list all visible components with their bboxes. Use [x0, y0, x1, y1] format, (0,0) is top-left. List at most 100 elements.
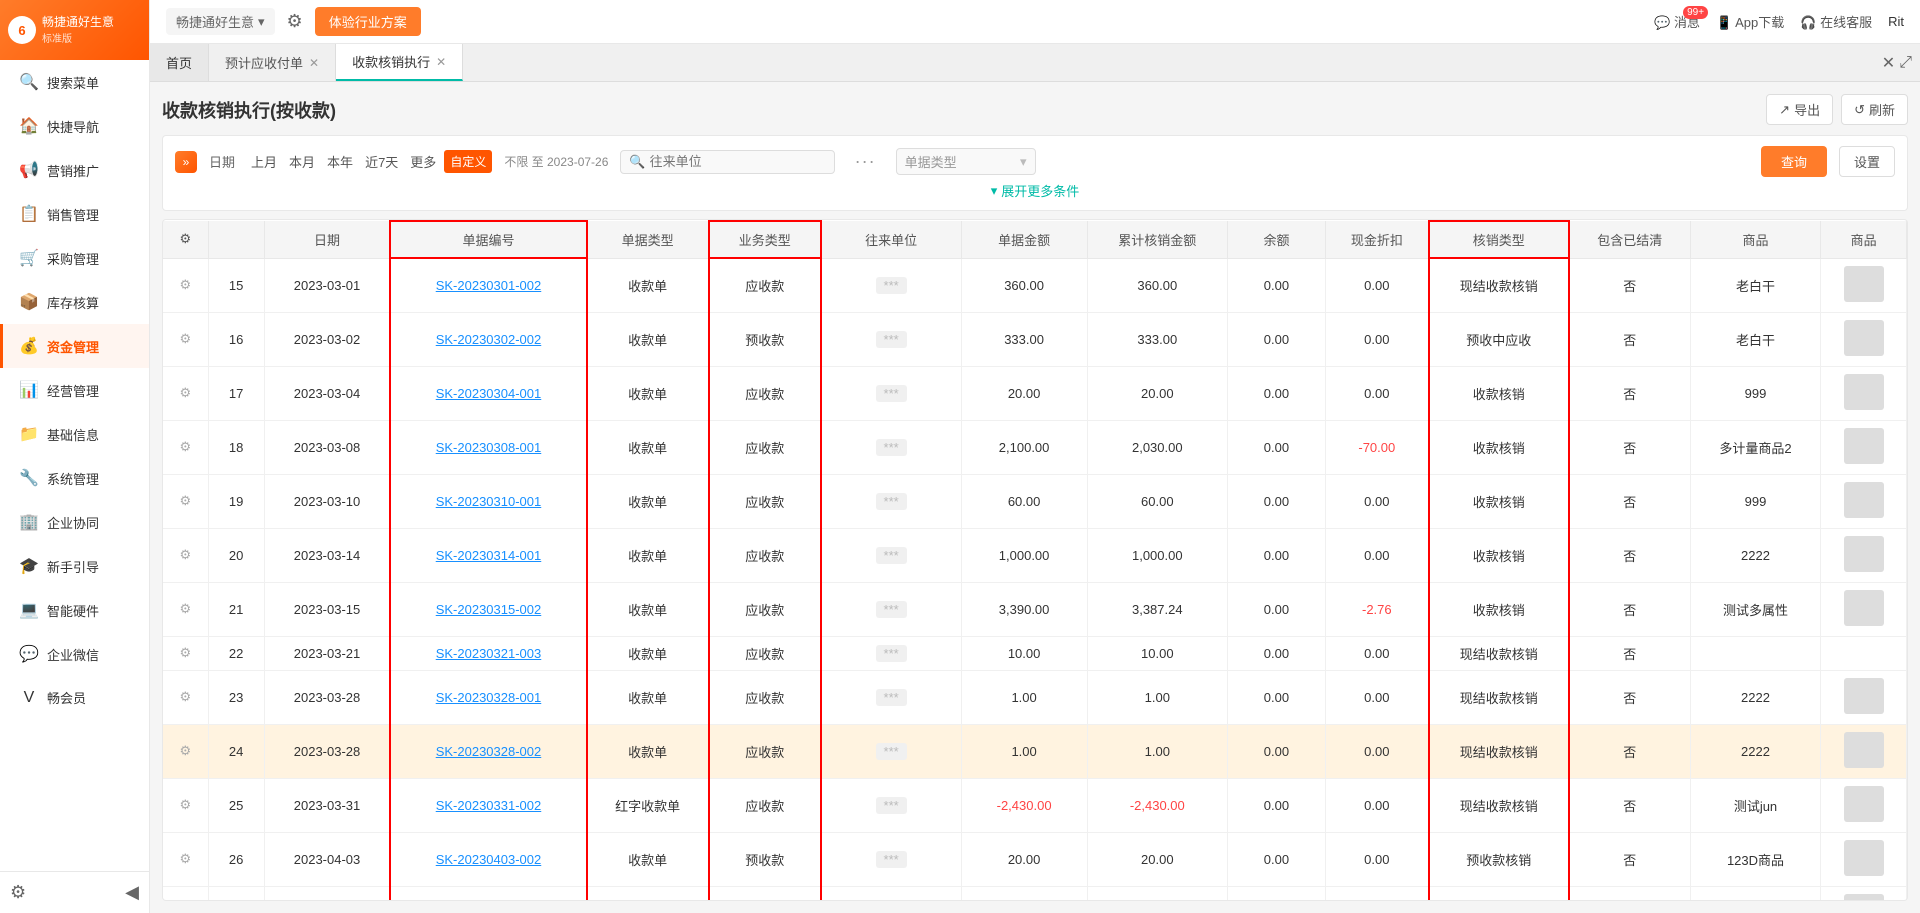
doc-no-link[interactable]: SK-20230301-002: [436, 278, 542, 293]
sidebar-settings-icon[interactable]: ⚙: [10, 882, 26, 903]
query-button[interactable]: 查询: [1761, 146, 1827, 177]
doc-no-link[interactable]: SK-20230328-001: [436, 690, 542, 705]
doc-no-link[interactable]: SK-20230308-001: [436, 440, 542, 455]
col-header-partner[interactable]: 往来单位: [821, 221, 961, 258]
doc-no-link[interactable]: SK-20230321-003: [436, 646, 542, 661]
sidebar-item-inventory[interactable]: 📦 库存核算: [0, 280, 149, 324]
cell-settings[interactable]: ⚙: [163, 366, 208, 420]
sidebar-item-basic[interactable]: 📁 基础信息: [0, 412, 149, 456]
filter-last-7days[interactable]: 近7天: [361, 150, 402, 173]
tab-maximize-button[interactable]: ⤢: [1899, 54, 1912, 72]
cell-settings[interactable]: ⚙: [163, 670, 208, 724]
sidebar-item-operation[interactable]: 📊 经营管理: [0, 368, 149, 412]
cell-settings[interactable]: ⚙: [163, 778, 208, 832]
customer-service-button[interactable]: 🎧 在线客服: [1800, 12, 1872, 31]
row-settings-icon[interactable]: ⚙: [179, 331, 191, 346]
tab-close-all-button[interactable]: ✕: [1882, 53, 1895, 73]
export-button[interactable]: ↗ 导出: [1766, 94, 1833, 125]
sidebar-item-purchase[interactable]: 🛒 采购管理: [0, 236, 149, 280]
cell-settings[interactable]: ⚙: [163, 724, 208, 778]
row-settings-icon[interactable]: ⚙: [179, 851, 191, 866]
sidebar-item-marketing[interactable]: 📢 营销推广: [0, 148, 149, 192]
row-settings-icon[interactable]: ⚙: [179, 439, 191, 454]
message-button[interactable]: 💬 消息 99+: [1654, 12, 1700, 31]
sidebar-icon-hardware: 💻: [19, 600, 39, 620]
doc-no-link[interactable]: SK-20230403-002: [436, 852, 542, 867]
filter-last-month[interactable]: 上月: [247, 150, 281, 173]
settings-button[interactable]: 设置: [1839, 146, 1895, 177]
doc-no-link[interactable]: SK-20230302-002: [436, 332, 542, 347]
doc-no-link[interactable]: SK-20230315-002: [436, 602, 542, 617]
filter-this-year[interactable]: 本年: [323, 150, 357, 173]
row-settings-icon[interactable]: ⚙: [179, 645, 191, 660]
row-settings-icon[interactable]: ⚙: [179, 797, 191, 812]
row-settings-icon[interactable]: ⚙: [179, 493, 191, 508]
sidebar-item-wechat[interactable]: 💬 企业微信: [0, 632, 149, 676]
row-settings-icon[interactable]: ⚙: [179, 277, 191, 292]
app-download-button[interactable]: 📱 App下载: [1716, 12, 1784, 31]
filter-expand-button[interactable]: ▾ 展开更多条件: [175, 181, 1895, 200]
cell-settings[interactable]: ⚙: [163, 528, 208, 582]
sidebar-item-system[interactable]: 🔧 系统管理: [0, 456, 149, 500]
col-header-cancel-type[interactable]: 核销类型: [1429, 221, 1569, 258]
row-settings-icon[interactable]: ⚙: [179, 385, 191, 400]
cell-biz-type: 应收款: [709, 778, 821, 832]
cell-settings[interactable]: ⚙: [163, 312, 208, 366]
col-header-accum[interactable]: 累计核销金额: [1087, 221, 1227, 258]
sidebar-collapse-icon[interactable]: ◀: [125, 882, 139, 903]
tab-cancel-close[interactable]: ✕: [436, 55, 446, 69]
tab-home[interactable]: 首页: [150, 44, 209, 81]
cell-include-settled: 否: [1569, 670, 1690, 724]
tab-cancel[interactable]: 收款核销执行 ✕: [336, 44, 463, 81]
doc-no-link[interactable]: SK-20230314-001: [436, 548, 542, 563]
topbar-settings-button[interactable]: ⚙: [287, 11, 303, 32]
row-settings-icon[interactable]: ⚙: [179, 601, 191, 616]
cell-settings[interactable]: ⚙: [163, 258, 208, 312]
col-header-balance[interactable]: 余额: [1227, 221, 1325, 258]
row-settings-icon[interactable]: ⚙: [179, 547, 191, 562]
filter-more-dates[interactable]: 更多: [406, 150, 440, 173]
col-header-goods2[interactable]: 商品: [1821, 221, 1907, 258]
tab-receivable-close[interactable]: ✕: [309, 56, 319, 70]
col-header-amount[interactable]: 单据金额: [961, 221, 1087, 258]
col-header-discount[interactable]: 现金折扣: [1326, 221, 1429, 258]
filter-this-month[interactable]: 本月: [285, 150, 319, 173]
doc-no-link[interactable]: SK-20230328-002: [436, 744, 542, 759]
sidebar-item-search[interactable]: 🔍 搜索菜单: [0, 60, 149, 104]
cell-settings[interactable]: ⚙: [163, 474, 208, 528]
refresh-button[interactable]: ↺ 刷新: [1841, 94, 1908, 125]
col-header-biz-type[interactable]: 业务类型: [709, 221, 821, 258]
partner-filter-input[interactable]: [650, 154, 826, 169]
row-settings-icon[interactable]: ⚙: [179, 743, 191, 758]
sidebar-item-hardware[interactable]: 💻 智能硬件: [0, 588, 149, 632]
col-header-date[interactable]: 日期: [264, 221, 390, 258]
doc-no-link[interactable]: SK-20230304-001: [436, 386, 542, 401]
doc-no-link[interactable]: SK-20230331-002: [436, 798, 542, 813]
sidebar-item-newbie[interactable]: 🎓 新手引导: [0, 544, 149, 588]
col-header-doc-type[interactable]: 单据类型: [587, 221, 709, 258]
doc-no-link[interactable]: SK-20230310-001: [436, 494, 542, 509]
tab-receivable[interactable]: 预计应收付单 ✕: [209, 44, 336, 81]
col-header-doc-no[interactable]: 单据编号: [390, 221, 586, 258]
sidebar-item-finance[interactable]: 💰 资金管理: [0, 324, 149, 368]
sidebar-item-sales[interactable]: 📋 销售管理: [0, 192, 149, 236]
cell-settings[interactable]: ⚙: [163, 582, 208, 636]
filter-collapse-button[interactable]: »: [175, 151, 197, 173]
col-header-goods[interactable]: 商品: [1690, 221, 1821, 258]
col-header-include-settled[interactable]: 包含已结清: [1569, 221, 1690, 258]
cell-settings[interactable]: ⚙: [163, 832, 208, 886]
sidebar-item-member[interactable]: V 畅会员: [0, 676, 149, 719]
cell-settings[interactable]: ⚙: [163, 886, 208, 901]
industry-solution-button[interactable]: 体验行业方案: [315, 7, 421, 36]
filter-custom-date-button[interactable]: 自定义: [444, 150, 492, 173]
cell-settings[interactable]: ⚙: [163, 636, 208, 670]
cell-settings[interactable]: ⚙: [163, 420, 208, 474]
row-settings-icon[interactable]: ⚙: [179, 689, 191, 704]
sidebar-item-quicknav[interactable]: 🏠 快捷导航: [0, 104, 149, 148]
topbar-dropdown[interactable]: 畅捷通好生意 ▾: [166, 8, 275, 35]
user-name[interactable]: Rit: [1888, 14, 1904, 29]
col-header-settings[interactable]: ⚙: [163, 221, 208, 258]
sidebar-item-corp[interactable]: 🏢 企业协同: [0, 500, 149, 544]
doc-type-filter-wrap[interactable]: 单据类型 ▾: [896, 148, 1036, 175]
cell-balance: 0.00: [1227, 528, 1325, 582]
